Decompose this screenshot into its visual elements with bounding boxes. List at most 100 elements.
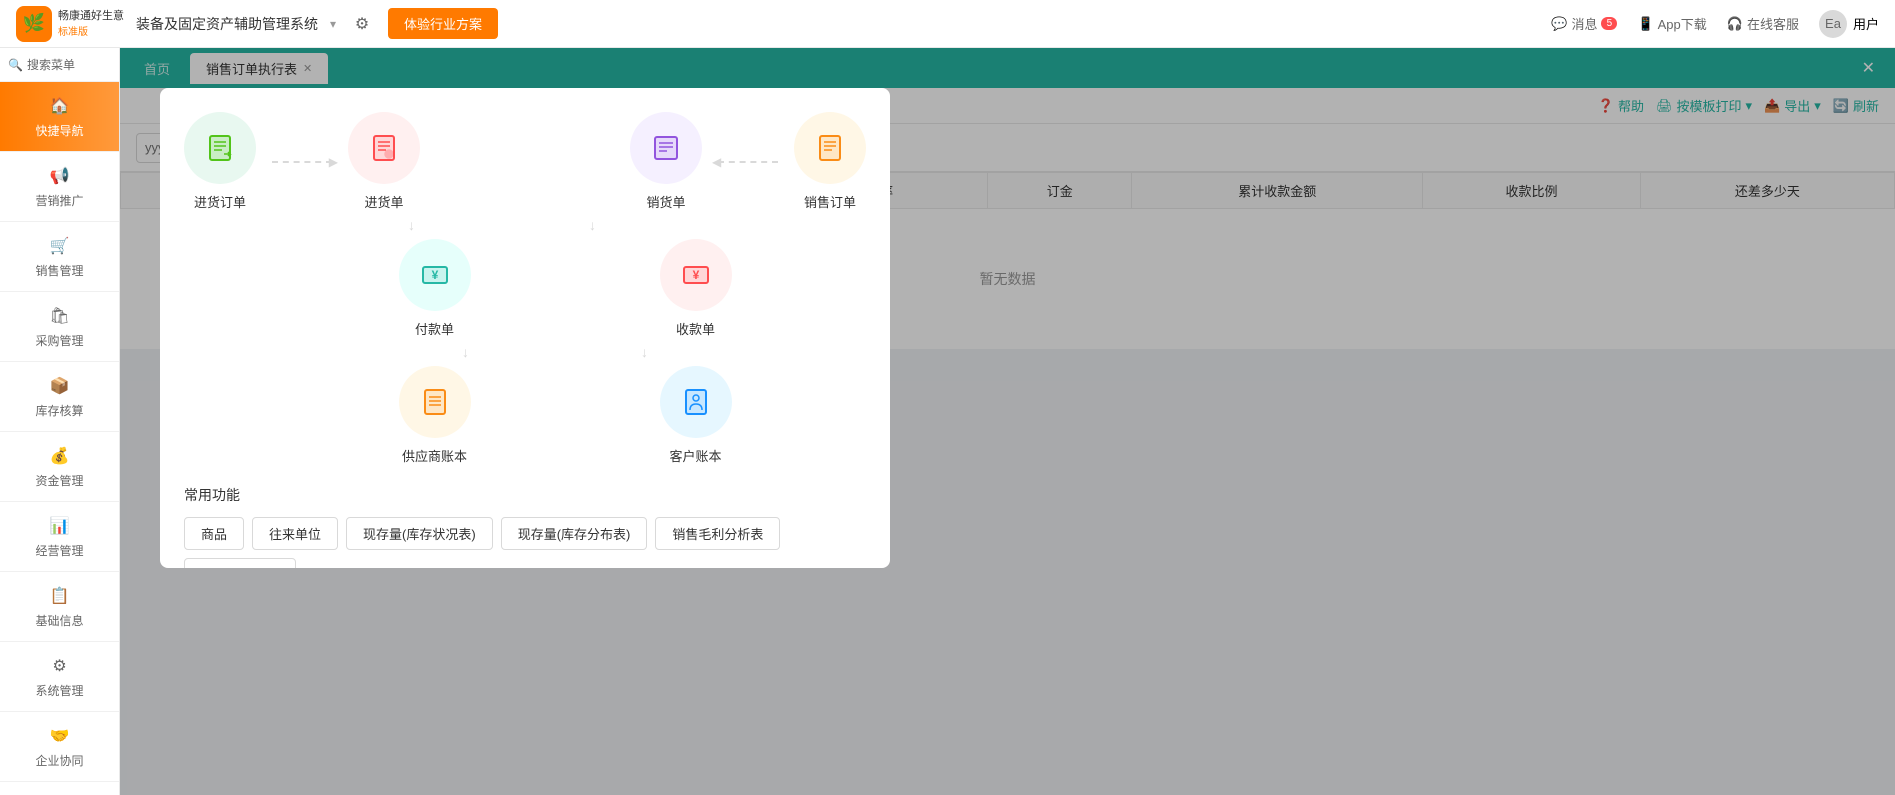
flow-circle-sales-bill: [630, 112, 702, 184]
gear-button[interactable]: ⚙: [348, 10, 376, 38]
flow-diagram: 进货订单 ▶ 进货单: [184, 112, 866, 465]
down-arrow-purchase: ↓: [408, 217, 415, 233]
user-label: 用户: [1853, 14, 1879, 33]
online-service-button[interactable]: 🎧 在线客服: [1727, 14, 1799, 33]
common-functions-section: 常用功能 商品 往来单位 现存量(库存状况表) 现存量(库存分布表) 销售毛利分…: [184, 485, 866, 568]
logo-text: 畅康通好生意: [58, 9, 124, 23]
overlay[interactable]: 进货订单 ▶ 进货单: [120, 48, 1895, 795]
sidebar-item-basic-info[interactable]: 📋 基础信息: [0, 572, 119, 642]
basic-info-icon: 📋: [48, 584, 72, 608]
finance-icon: 💰: [48, 444, 72, 468]
service-icon: 🎧: [1727, 16, 1743, 32]
sidebar-label-sales: 销售管理: [35, 262, 83, 279]
enterprise-icon: 🤝: [48, 724, 72, 748]
common-functions-title: 常用功能: [184, 485, 866, 505]
flow-label-receipt: 收款单: [676, 319, 715, 338]
fn-inventory-status[interactable]: 现存量(库存状况表): [346, 517, 493, 550]
app-download-label: App下载: [1658, 14, 1707, 33]
flow-label-customer-ledger: 客户账本: [669, 446, 721, 465]
sidebar-item-newbie[interactable]: 🎯 新手引导: [0, 782, 119, 795]
sidebar-item-operations[interactable]: 📊 经营管理: [0, 502, 119, 572]
flow-item-purchase-order[interactable]: 进货订单: [184, 112, 256, 211]
logo-area: 🌿 畅康通好生意 标准版: [16, 6, 136, 42]
message-button[interactable]: 💬 消息 5: [1551, 14, 1617, 33]
down-arrow-payment: ↓: [462, 344, 469, 360]
logo-icon: 🌿: [16, 6, 52, 42]
system-title: 装备及固定资产辅助管理系统: [136, 14, 318, 34]
flow-label-sales-order: 销售订单: [804, 192, 856, 211]
sidebar-item-enterprise[interactable]: 🤝 企业协同: [0, 712, 119, 782]
flow-item-supplier-ledger[interactable]: 供应商账本: [399, 366, 471, 465]
online-service-label: 在线客服: [1747, 14, 1799, 33]
sidebar-label-basic-info: 基础信息: [35, 612, 83, 629]
system-icon: ⚙: [48, 654, 72, 678]
fn-inventory-dist[interactable]: 现存量(库存分布表): [501, 517, 648, 550]
sidebar-item-system[interactable]: ⚙ 系统管理: [0, 642, 119, 712]
sidebar-label-purchase: 采购管理: [35, 332, 83, 349]
function-buttons-row1: 商品 往来单位 现存量(库存状况表) 现存量(库存分布表) 销售毛利分析表 商品…: [184, 517, 866, 568]
sidebar-item-finance[interactable]: 💰 资金管理: [0, 432, 119, 502]
quick-nav-icon: 🏠: [48, 94, 72, 118]
svg-text:¥: ¥: [431, 268, 438, 282]
flow-circle-customer-ledger: [660, 366, 732, 438]
flow-label-supplier-ledger: 供应商账本: [402, 446, 467, 465]
message-label: 消息: [1571, 14, 1597, 33]
fn-sales-gross[interactable]: 销售毛利分析表: [655, 517, 780, 550]
sidebar-label-inventory: 库存核算: [35, 402, 83, 419]
sales-icon: 🛒: [48, 234, 72, 258]
marketing-icon: 📢: [48, 164, 72, 188]
flow-label-payment: 付款单: [415, 319, 454, 338]
message-icon: 💬: [1551, 16, 1567, 32]
search-icon: 🔍: [8, 58, 23, 72]
sidebar-item-sales[interactable]: 🛒 销售管理: [0, 222, 119, 292]
down-arrow-receipt: ↓: [641, 344, 648, 360]
sidebar-item-marketing[interactable]: 📢 营销推广: [0, 152, 119, 222]
fn-partners[interactable]: 往来单位: [252, 517, 338, 550]
flow-circle-purchase-bill: [348, 112, 420, 184]
main-layout: 🔍 搜索菜单 🏠 快捷导航 📢 营销推广 🛒 销售管理 🛍 采购管理 📦 库存核…: [0, 48, 1895, 795]
quick-guide-popup: 进货订单 ▶ 进货单: [160, 88, 890, 568]
purchase-icon: 🛍: [48, 304, 72, 328]
avatar: Ea: [1819, 10, 1847, 38]
inventory-icon: 📦: [48, 374, 72, 398]
flow-item-customer-ledger[interactable]: 客户账本: [660, 366, 732, 465]
flow-circle-purchase-order: [184, 112, 256, 184]
sidebar-item-quick-nav[interactable]: 🏠 快捷导航: [0, 82, 119, 152]
app-icon: 📱: [1637, 16, 1653, 32]
header-middle: 装备及固定资产辅助管理系统 ▾ ⚙ 体验行业方案: [136, 8, 1551, 39]
flow-circle-payment: ¥: [399, 239, 471, 311]
sidebar-item-inventory[interactable]: 📦 库存核算: [0, 362, 119, 432]
fn-product-gross[interactable]: 商品毛利分析: [184, 558, 296, 568]
flow-label-purchase-order: 进货订单: [194, 192, 246, 211]
dropdown-arrow-icon[interactable]: ▾: [330, 17, 336, 31]
flow-circle-receipt: ¥: [660, 239, 732, 311]
flow-item-sales-order[interactable]: 销售订单: [794, 112, 866, 211]
flow-item-purchase-bill[interactable]: 进货单: [348, 112, 420, 211]
content-area: 首页 销售订单执行表 ✕ ✕ ❓ 帮助 🖨 按模板打印 ▾: [120, 48, 1895, 795]
header-right: 💬 消息 5 📱 App下载 🎧 在线客服 Ea 用户: [1551, 10, 1879, 38]
sidebar-label-enterprise: 企业协同: [35, 752, 83, 769]
sidebar-label-operations: 经营管理: [35, 542, 83, 559]
flow-item-payment[interactable]: ¥ 付款单: [399, 239, 471, 338]
top-header: 🌿 畅康通好生意 标准版 装备及固定资产辅助管理系统 ▾ ⚙ 体验行业方案 💬 …: [0, 0, 1895, 48]
trial-button[interactable]: 体验行业方案: [388, 8, 498, 39]
fn-product[interactable]: 商品: [184, 517, 244, 550]
sidebar-label-system: 系统管理: [35, 682, 83, 699]
flow-label-purchase-bill: 进货单: [364, 192, 403, 211]
flow-circle-supplier-ledger: [399, 366, 471, 438]
avatar-text: Ea: [1825, 16, 1841, 31]
sidebar-item-purchase[interactable]: 🛍 采购管理: [0, 292, 119, 362]
operations-icon: 📊: [48, 514, 72, 538]
flow-item-receipt[interactable]: ¥ 收款单: [660, 239, 732, 338]
app-download-button[interactable]: 📱 App下载: [1637, 14, 1706, 33]
search-label: 搜索菜单: [27, 56, 75, 73]
flow-item-sales-bill[interactable]: 销货单: [630, 112, 702, 211]
sidebar-label-quick-nav: 快捷导航: [35, 122, 83, 139]
sidebar-label-finance: 资金管理: [35, 472, 83, 489]
user-area[interactable]: Ea 用户: [1819, 10, 1879, 38]
logo-subtext: 标准版: [58, 23, 124, 38]
sidebar: 🔍 搜索菜单 🏠 快捷导航 📢 营销推广 🛒 销售管理 🛍 采购管理 📦 库存核…: [0, 48, 120, 795]
sidebar-search[interactable]: 🔍 搜索菜单: [0, 48, 119, 82]
down-arrow-sales: ↓: [589, 217, 596, 233]
svg-text:¥: ¥: [692, 268, 699, 282]
